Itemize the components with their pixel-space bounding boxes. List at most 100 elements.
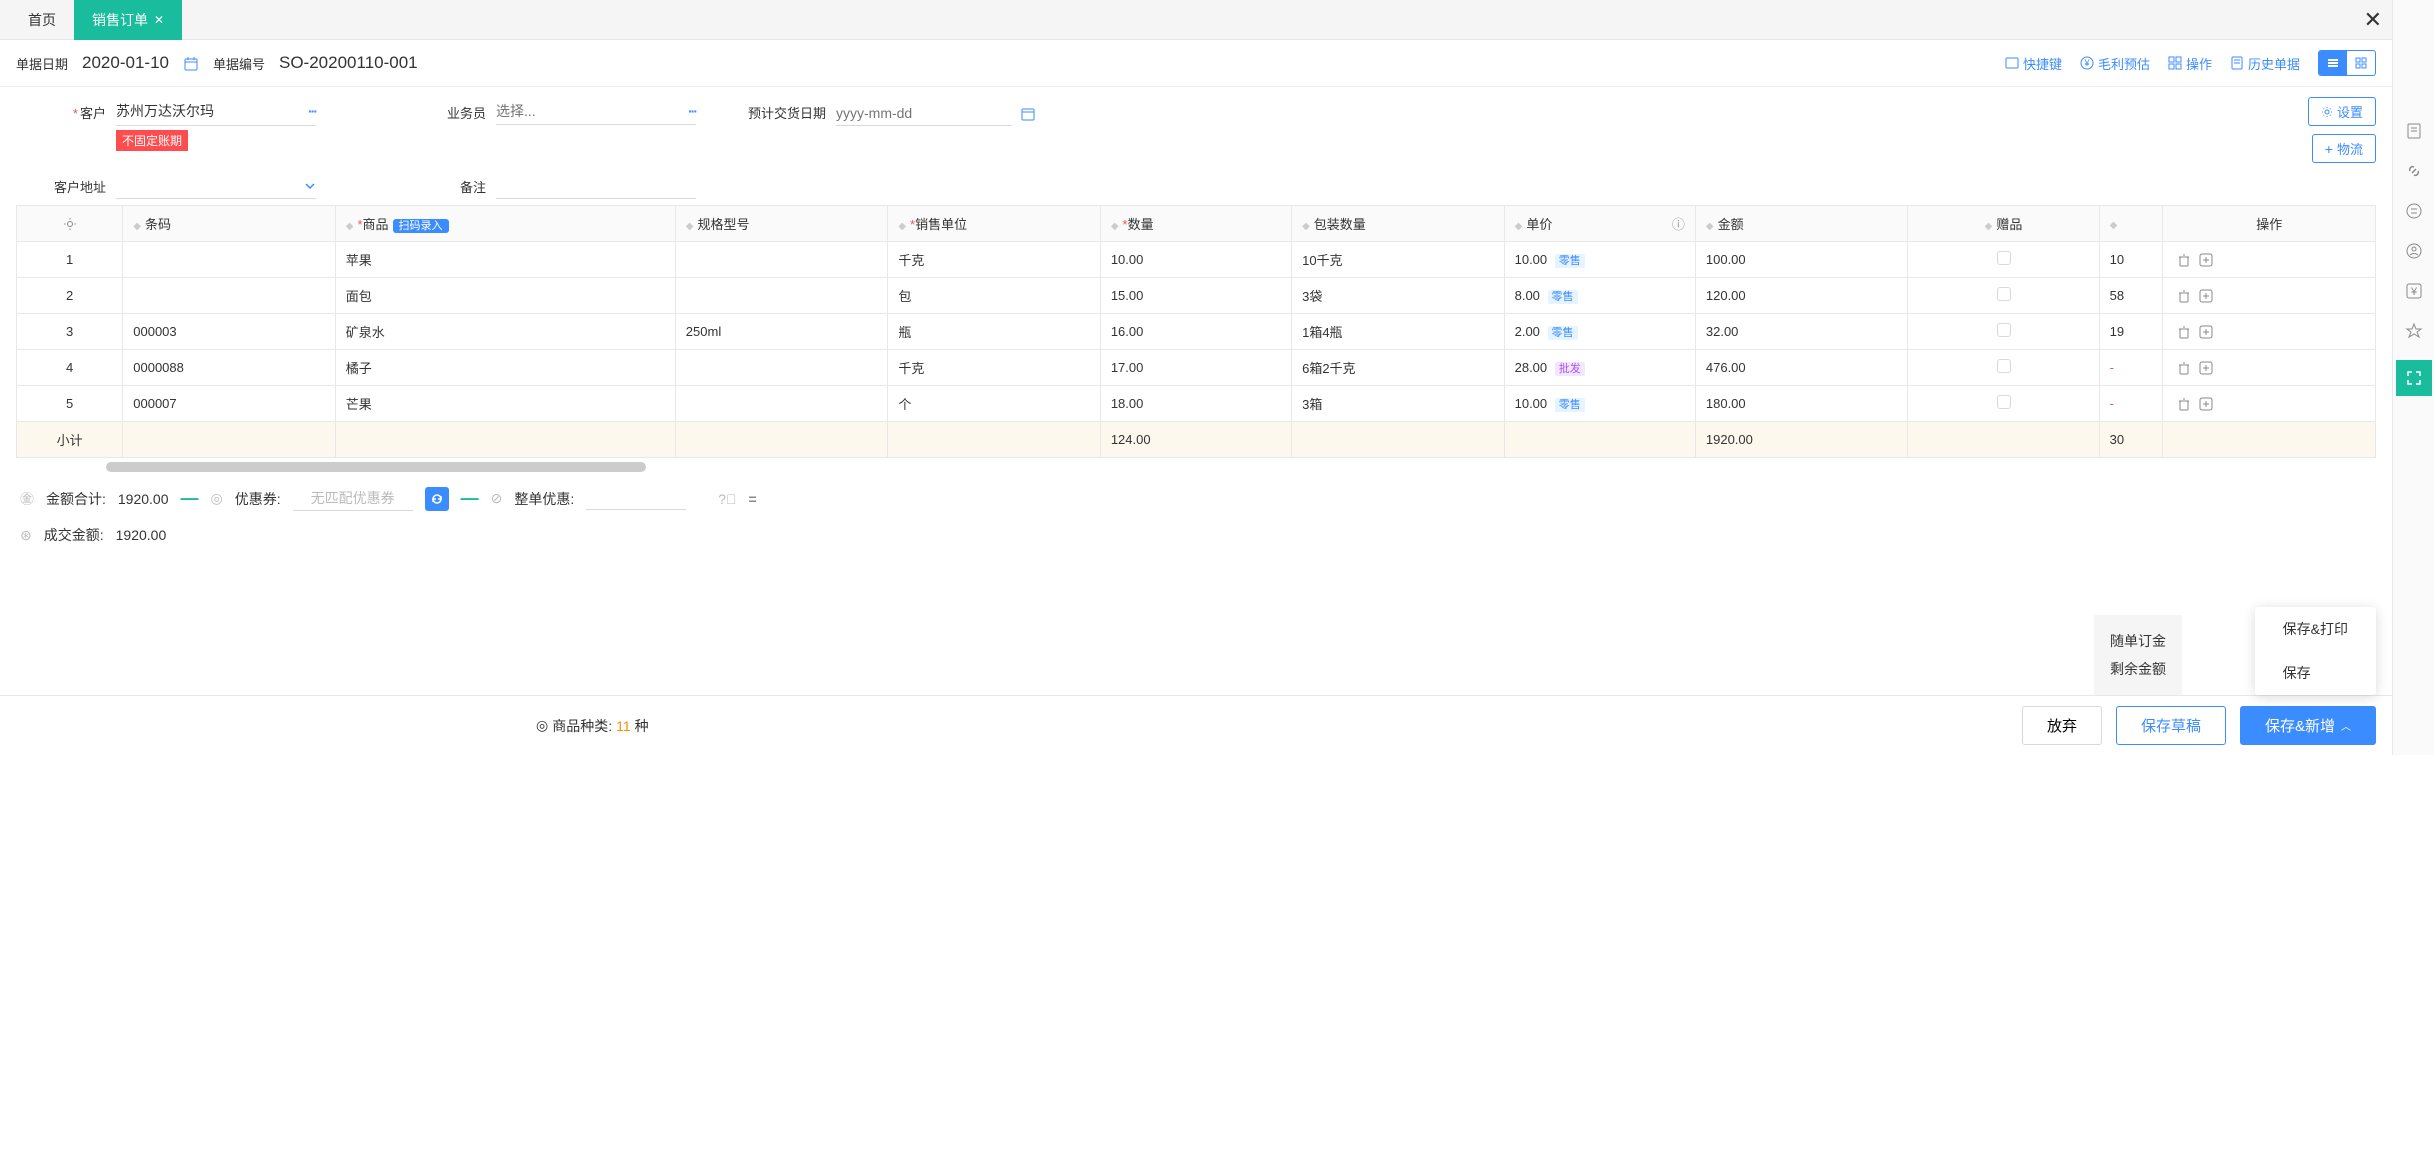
save-new-button[interactable]: 保存&新增︿	[2240, 706, 2376, 745]
cell-gift[interactable]	[1908, 314, 2099, 350]
yen-circle-icon[interactable]: ¥	[2403, 280, 2425, 302]
cell-ext[interactable]: -	[2099, 350, 2163, 386]
close-all-icon[interactable]: ✕	[2364, 7, 2382, 33]
close-icon[interactable]: ✕	[154, 13, 164, 27]
date-value[interactable]: 2020-01-10	[82, 53, 169, 74]
delete-icon[interactable]	[2173, 324, 2195, 339]
delete-icon[interactable]	[2173, 252, 2195, 267]
cell-spec[interactable]	[675, 242, 888, 278]
cell-product[interactable]: 面包	[335, 278, 675, 314]
chevron-down-icon[interactable]	[304, 177, 316, 193]
link-shortcuts[interactable]: 快捷键	[2005, 54, 2062, 73]
cell-packqty[interactable]: 10千克	[1292, 242, 1505, 278]
cell-qty[interactable]: 15.00	[1100, 278, 1291, 314]
more-icon[interactable]: ···	[308, 103, 316, 119]
cell-price[interactable]: 10.00 零售	[1504, 386, 1695, 422]
cell-packqty[interactable]: 3袋	[1292, 278, 1505, 314]
delivery-input[interactable]	[836, 97, 1036, 130]
cell-ext[interactable]: -	[2099, 386, 2163, 422]
cell-barcode[interactable]	[123, 278, 336, 314]
cell-unit[interactable]: 包	[888, 278, 1101, 314]
gift-checkbox[interactable]	[1997, 251, 2011, 265]
col-qty[interactable]: ◆*数量	[1100, 206, 1291, 242]
col-amount[interactable]: ◆金额	[1695, 206, 1908, 242]
customer-input[interactable]: 苏州万达沃尔玛 ···	[116, 97, 316, 126]
gift-checkbox[interactable]	[1997, 287, 2011, 301]
horizontal-scrollbar[interactable]	[106, 462, 646, 472]
cell-ext[interactable]: 19	[2099, 314, 2163, 350]
delete-icon[interactable]	[2173, 288, 2195, 303]
cell-qty[interactable]: 18.00	[1100, 386, 1291, 422]
expand-icon[interactable]	[2396, 360, 2432, 396]
add-icon[interactable]	[2195, 252, 2217, 267]
chevron-up-icon[interactable]: ︿	[2341, 718, 2351, 733]
table-row[interactable]: 3000003矿泉水250ml瓶16.001箱4瓶2.00 零售32.0019	[17, 314, 2376, 350]
cell-qty[interactable]: 10.00	[1100, 242, 1291, 278]
cell-packqty[interactable]: 3箱	[1292, 386, 1505, 422]
cell-barcode[interactable]: 000003	[123, 314, 336, 350]
col-packqty[interactable]: ◆包装数量	[1292, 206, 1505, 242]
view-list-icon[interactable]	[2319, 51, 2347, 75]
coupon-input[interactable]	[293, 486, 413, 511]
delete-icon[interactable]	[2173, 360, 2195, 375]
col-settings[interactable]	[17, 206, 123, 242]
col-barcode[interactable]: ◆条码	[123, 206, 336, 242]
cell-qty[interactable]: 17.00	[1100, 350, 1291, 386]
cell-spec[interactable]	[675, 350, 888, 386]
help-icon[interactable]: ?⃝	[718, 491, 736, 507]
calendar-icon[interactable]	[1020, 105, 1036, 122]
cell-amount[interactable]: 32.00	[1695, 314, 1908, 350]
cell-barcode[interactable]: 0000088	[123, 350, 336, 386]
cell-barcode[interactable]	[123, 242, 336, 278]
remark-input[interactable]	[496, 171, 696, 199]
add-icon[interactable]	[2195, 360, 2217, 375]
cell-amount[interactable]: 100.00	[1695, 242, 1908, 278]
abandon-button[interactable]: 放弃	[2022, 706, 2102, 745]
col-spec[interactable]: ◆规格型号	[675, 206, 888, 242]
link-operate[interactable]: 操作	[2168, 54, 2212, 73]
refresh-icon[interactable]	[425, 487, 449, 511]
link-history[interactable]: 历史单据	[2230, 54, 2300, 73]
add-icon[interactable]	[2195, 396, 2217, 411]
gift-checkbox[interactable]	[1997, 359, 2011, 373]
cell-price[interactable]: 2.00 零售	[1504, 314, 1695, 350]
cell-gift[interactable]	[1908, 278, 2099, 314]
table-row[interactable]: 40000088橘子千克17.006箱2千克28.00 批发476.00-	[17, 350, 2376, 386]
col-unit[interactable]: ◆*销售单位	[888, 206, 1101, 242]
cell-product[interactable]: 苹果	[335, 242, 675, 278]
table-row[interactable]: 5000007芒果个18.003箱10.00 零售180.00-	[17, 386, 2376, 422]
save-option[interactable]: 保存	[2255, 651, 2376, 695]
star-icon[interactable]	[2403, 320, 2425, 342]
cell-price[interactable]: 10.00 零售	[1504, 242, 1695, 278]
col-gift[interactable]: ◆赠品	[1908, 206, 2099, 242]
tab-sales-order[interactable]: 销售订单 ✕	[74, 0, 182, 40]
cell-unit[interactable]: 瓶	[888, 314, 1101, 350]
cell-ext[interactable]: 10	[2099, 242, 2163, 278]
user-icon[interactable]	[2403, 240, 2425, 262]
link-profit[interactable]: ¥毛利预估	[2080, 54, 2150, 73]
cell-spec[interactable]	[675, 386, 888, 422]
cell-barcode[interactable]: 000007	[123, 386, 336, 422]
cell-packqty[interactable]: 6箱2千克	[1292, 350, 1505, 386]
table-row[interactable]: 1苹果千克10.0010千克10.00 零售100.0010	[17, 242, 2376, 278]
tab-home[interactable]: 首页	[10, 0, 74, 40]
cell-price[interactable]: 28.00 批发	[1504, 350, 1695, 386]
gift-checkbox[interactable]	[1997, 395, 2011, 409]
col-product[interactable]: ◆*商品扫码录入	[335, 206, 675, 242]
link-icon[interactable]	[2403, 160, 2425, 182]
cell-gift[interactable]	[1908, 386, 2099, 422]
col-ext[interactable]: ◆	[2099, 206, 2163, 242]
cell-amount[interactable]: 120.00	[1695, 278, 1908, 314]
cell-unit[interactable]: 个	[888, 386, 1101, 422]
discount-input[interactable]	[586, 488, 686, 510]
gift-checkbox[interactable]	[1997, 323, 2011, 337]
cell-product[interactable]: 矿泉水	[335, 314, 675, 350]
delete-icon[interactable]	[2173, 396, 2195, 411]
cell-product[interactable]: 橘子	[335, 350, 675, 386]
cell-amount[interactable]: 180.00	[1695, 386, 1908, 422]
sales-input[interactable]: ···	[496, 97, 696, 125]
cell-price[interactable]: 8.00 零售	[1504, 278, 1695, 314]
cell-packqty[interactable]: 1箱4瓶	[1292, 314, 1505, 350]
cell-qty[interactable]: 16.00	[1100, 314, 1291, 350]
scan-tag[interactable]: 扫码录入	[393, 219, 449, 233]
